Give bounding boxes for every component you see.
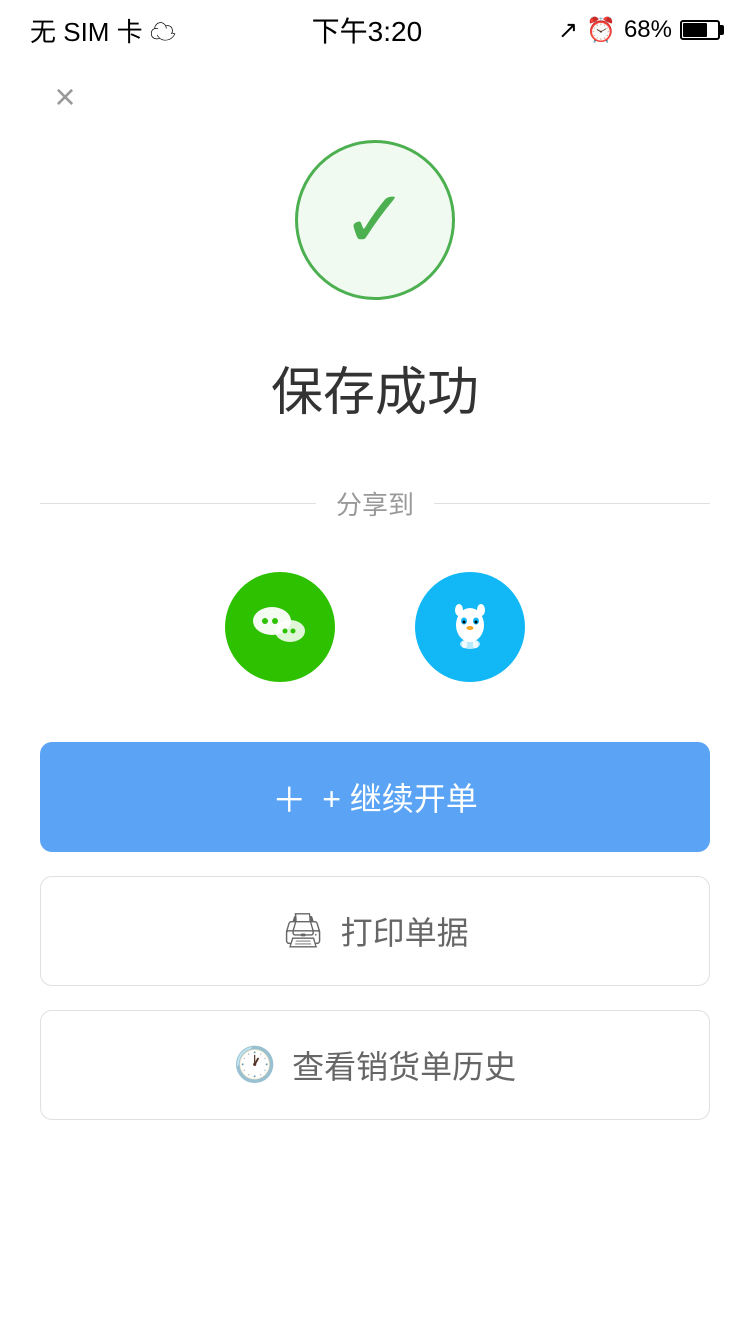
close-button[interactable]: × — [40, 72, 90, 122]
alarm-icon: ⏰ — [586, 16, 616, 45]
wechat-share-button[interactable] — [225, 572, 335, 682]
status-time: 下午3:20 — [312, 10, 423, 50]
status-left: 无 SIM 卡 ☁ — [30, 12, 176, 49]
continue-button[interactable]: ＋ + 继续开单 — [40, 742, 710, 852]
wechat-icon — [248, 595, 313, 660]
main-content: ✓ 保存成功 分享到 — [0, 60, 750, 1120]
battery-icon — [680, 20, 720, 40]
share-divider: 分享到 — [0, 485, 750, 522]
plus-icon: ＋ — [272, 773, 306, 822]
divider-left — [40, 503, 316, 504]
share-section: 分享到 — [0, 485, 750, 682]
history-button[interactable]: 🕐 查看销货单历史 — [40, 1010, 710, 1120]
share-icons — [225, 572, 525, 682]
history-icon: 🕐 — [234, 1045, 276, 1085]
print-button[interactable]: 🖨 打印单据 — [40, 876, 710, 986]
history-label: 查看销货单历史 — [292, 1042, 516, 1088]
print-icon: 🖨 — [281, 911, 324, 951]
continue-label: + 继续开单 — [322, 774, 478, 820]
checkmark-icon: ✓ — [341, 180, 408, 260]
location-icon: ↗ — [558, 16, 578, 45]
qq-icon — [440, 597, 500, 657]
close-icon: × — [54, 79, 75, 115]
print-label: 打印单据 — [341, 908, 469, 954]
qq-share-button[interactable] — [415, 572, 525, 682]
success-title: 保存成功 — [271, 350, 479, 425]
sim-status: 无 SIM 卡 ☁ — [30, 12, 176, 49]
divider-right — [434, 503, 710, 504]
battery-percent: 68% — [624, 16, 672, 44]
success-circle: ✓ — [295, 140, 455, 300]
status-right: ↗ ⏰ 68% — [558, 16, 720, 45]
battery-fill — [683, 23, 707, 37]
actions: ＋ + 继续开单 🖨 打印单据 🕐 查看销货单历史 — [0, 742, 750, 1120]
share-label: 分享到 — [316, 485, 434, 522]
status-bar: 无 SIM 卡 ☁ 下午3:20 ↗ ⏰ 68% — [0, 0, 750, 60]
